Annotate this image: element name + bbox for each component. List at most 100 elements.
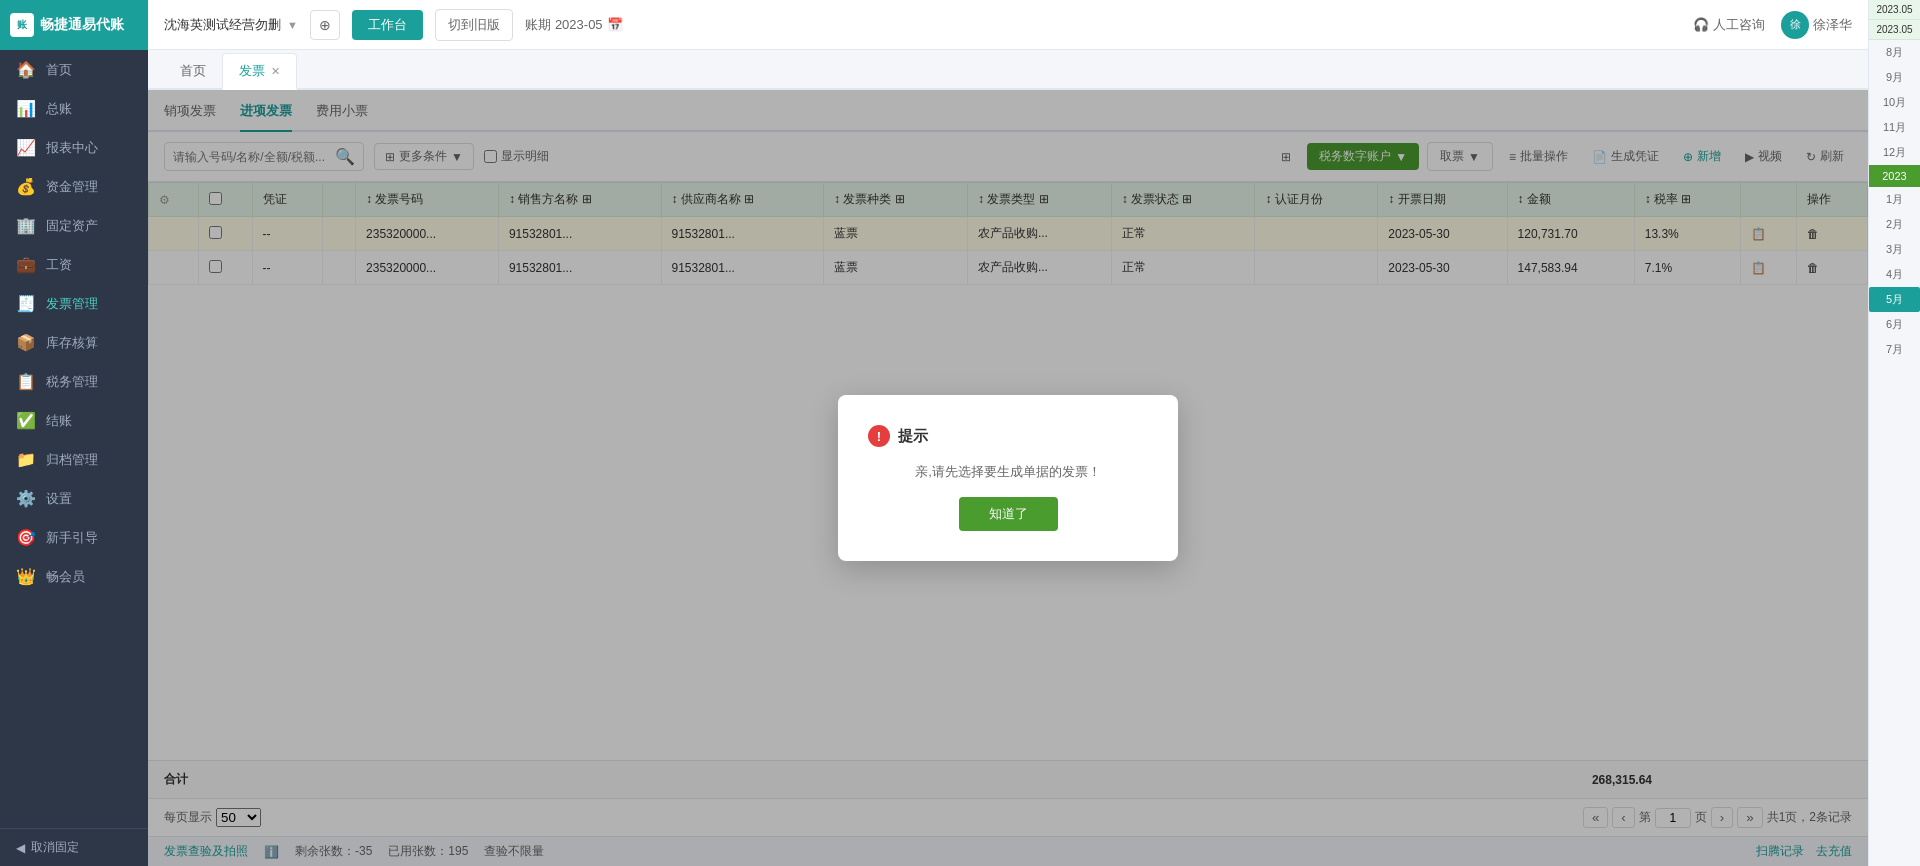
- sidebar-item-home[interactable]: 🏠 首页: [0, 50, 148, 89]
- tab-home-label: 首页: [180, 62, 206, 80]
- sidebar-item-invoice-label: 发票管理: [46, 295, 98, 313]
- archive-icon: 📁: [16, 450, 36, 469]
- pin-icon: ◀: [16, 841, 25, 855]
- home-icon: 🏠: [16, 60, 36, 79]
- page-content: 销项发票 进项发票 费用小票 🔍 ⊞ 更多条件 ▼ 显示明细 ⊞ 税务数: [148, 90, 1868, 866]
- main-content: 沈海英测试经营勿删 ▼ ⊕ 工作台 切到旧版 账期 2023-05 📅 🎧 人工…: [148, 0, 1868, 866]
- service-btn[interactable]: 🎧 人工咨询: [1693, 16, 1765, 34]
- logo-text: 畅捷通易代账: [40, 16, 124, 34]
- period-item-11[interactable]: 11月: [1869, 115, 1920, 140]
- modal-confirm-button[interactable]: 知道了: [959, 497, 1058, 531]
- sidebar-item-inventory[interactable]: 📦 库存核算: [0, 323, 148, 362]
- tabbar: 首页 发票 ✕: [148, 50, 1868, 90]
- sidebar-item-home-label: 首页: [46, 61, 72, 79]
- sidebar-item-payroll-label: 工资: [46, 256, 72, 274]
- workspace-button[interactable]: 工作台: [352, 10, 423, 40]
- modal-warning-icon: !: [868, 425, 890, 447]
- inventory-icon: 📦: [16, 333, 36, 352]
- sidebar-item-inventory-label: 库存核算: [46, 334, 98, 352]
- sidebar-item-guide-label: 新手引导: [46, 529, 98, 547]
- modal-icon-text: !: [877, 429, 881, 444]
- sidebar-item-checkout-label: 结账: [46, 412, 72, 430]
- service-label: 人工咨询: [1713, 16, 1765, 34]
- sidebar-item-tax-label: 税务管理: [46, 373, 98, 391]
- copy-icon: ⊕: [319, 17, 331, 33]
- calendar-icon: 📅: [607, 17, 623, 32]
- payroll-icon: 💼: [16, 255, 36, 274]
- tab-home[interactable]: 首页: [164, 54, 222, 88]
- sidebar-item-settings[interactable]: ⚙️ 设置: [0, 479, 148, 518]
- modal-header: ! 提示: [868, 425, 928, 447]
- prompt-modal: ! 提示 亲,请先选择要生成单据的发票！ 知道了: [838, 395, 1178, 561]
- period-item-year[interactable]: 2023: [1869, 165, 1920, 187]
- avatar: 徐: [1781, 11, 1809, 39]
- sidebar-logo: 账 畅捷通易代账: [0, 0, 148, 50]
- topbar-right: 🎧 人工咨询 徐 徐泽华: [1693, 11, 1852, 39]
- sidebar-item-assets[interactable]: 🏢 固定资产: [0, 206, 148, 245]
- period-item-9[interactable]: 9月: [1869, 65, 1920, 90]
- company-name: 沈海英测试经营勿删: [164, 16, 281, 34]
- period-item-10[interactable]: 10月: [1869, 90, 1920, 115]
- period-item-5[interactable]: 5月: [1869, 287, 1920, 312]
- period-item-2[interactable]: 2月: [1869, 212, 1920, 237]
- period-item-8[interactable]: 8月: [1869, 40, 1920, 65]
- unpin-label: 取消固定: [31, 839, 79, 856]
- switch-version-button[interactable]: 切到旧版: [435, 9, 513, 41]
- user-name: 徐泽华: [1813, 16, 1852, 34]
- company-chevron-icon: ▼: [287, 19, 298, 31]
- funds-icon: 💰: [16, 177, 36, 196]
- sidebar: 账 畅捷通易代账 🏠 首页 📊 总账 📈 报表中心 💰 资金管理 🏢 固定资产 …: [0, 0, 148, 866]
- sidebar-item-assets-label: 固定资产: [46, 217, 98, 235]
- sidebar-item-invoice[interactable]: 🧾 发票管理: [0, 284, 148, 323]
- assets-icon: 🏢: [16, 216, 36, 235]
- sidebar-item-checkout[interactable]: ✅ 结账: [0, 401, 148, 440]
- sidebar-item-ledger[interactable]: 📊 总账: [0, 89, 148, 128]
- user-menu[interactable]: 徐 徐泽华: [1781, 11, 1852, 39]
- guide-icon: 🎯: [16, 528, 36, 547]
- modal-overlay: ! 提示 亲,请先选择要生成单据的发票！ 知道了: [148, 90, 1868, 866]
- member-icon: 👑: [16, 567, 36, 586]
- avatar-text: 徐: [1790, 17, 1801, 32]
- reports-icon: 📈: [16, 138, 36, 157]
- sidebar-unpin[interactable]: ◀ 取消固定: [0, 828, 148, 866]
- sidebar-item-funds[interactable]: 💰 资金管理: [0, 167, 148, 206]
- invoice-icon: 🧾: [16, 294, 36, 313]
- settings-icon: ⚙️: [16, 489, 36, 508]
- logo-icon: 账: [10, 13, 34, 37]
- headset-icon: 🎧: [1693, 17, 1709, 32]
- period-item-1[interactable]: 1月: [1869, 187, 1920, 212]
- topbar-copy-button[interactable]: ⊕: [310, 10, 340, 40]
- period-item-7[interactable]: 7月: [1869, 337, 1920, 362]
- checkout-icon: ✅: [16, 411, 36, 430]
- sidebar-item-archive-label: 归档管理: [46, 451, 98, 469]
- modal-title: 提示: [898, 427, 928, 446]
- sidebar-item-settings-label: 设置: [46, 490, 72, 508]
- period-header-1[interactable]: 2023.05: [1869, 0, 1920, 20]
- period-item-6[interactable]: 6月: [1869, 312, 1920, 337]
- period-value: 2023-05: [555, 17, 603, 32]
- period-display: 账期 2023-05 📅: [525, 16, 623, 34]
- period-label: 账期: [525, 16, 551, 34]
- company-selector[interactable]: 沈海英测试经营勿删 ▼: [164, 16, 298, 34]
- sidebar-item-member-label: 畅会员: [46, 568, 85, 586]
- tab-invoice[interactable]: 发票 ✕: [222, 53, 297, 90]
- sidebar-item-guide[interactable]: 🎯 新手引导: [0, 518, 148, 557]
- period-header-2[interactable]: 2023.05: [1869, 20, 1920, 40]
- tax-icon: 📋: [16, 372, 36, 391]
- ledger-icon: 📊: [16, 99, 36, 118]
- modal-message: 亲,请先选择要生成单据的发票！: [915, 463, 1101, 481]
- period-sidebar: 2023.05 2023.05 8月 9月 10月 11月 12月 2023 1…: [1868, 0, 1920, 866]
- sidebar-item-archive[interactable]: 📁 归档管理: [0, 440, 148, 479]
- sidebar-item-tax[interactable]: 📋 税务管理: [0, 362, 148, 401]
- period-item-12[interactable]: 12月: [1869, 140, 1920, 165]
- period-item-4[interactable]: 4月: [1869, 262, 1920, 287]
- sidebar-item-reports-label: 报表中心: [46, 139, 98, 157]
- tab-invoice-label: 发票: [239, 62, 265, 80]
- sidebar-item-member[interactable]: 👑 畅会员: [0, 557, 148, 596]
- sidebar-item-funds-label: 资金管理: [46, 178, 98, 196]
- period-item-3[interactable]: 3月: [1869, 237, 1920, 262]
- topbar: 沈海英测试经营勿删 ▼ ⊕ 工作台 切到旧版 账期 2023-05 📅 🎧 人工…: [148, 0, 1868, 50]
- sidebar-item-payroll[interactable]: 💼 工资: [0, 245, 148, 284]
- tab-invoice-close-icon[interactable]: ✕: [271, 65, 280, 78]
- sidebar-item-reports[interactable]: 📈 报表中心: [0, 128, 148, 167]
